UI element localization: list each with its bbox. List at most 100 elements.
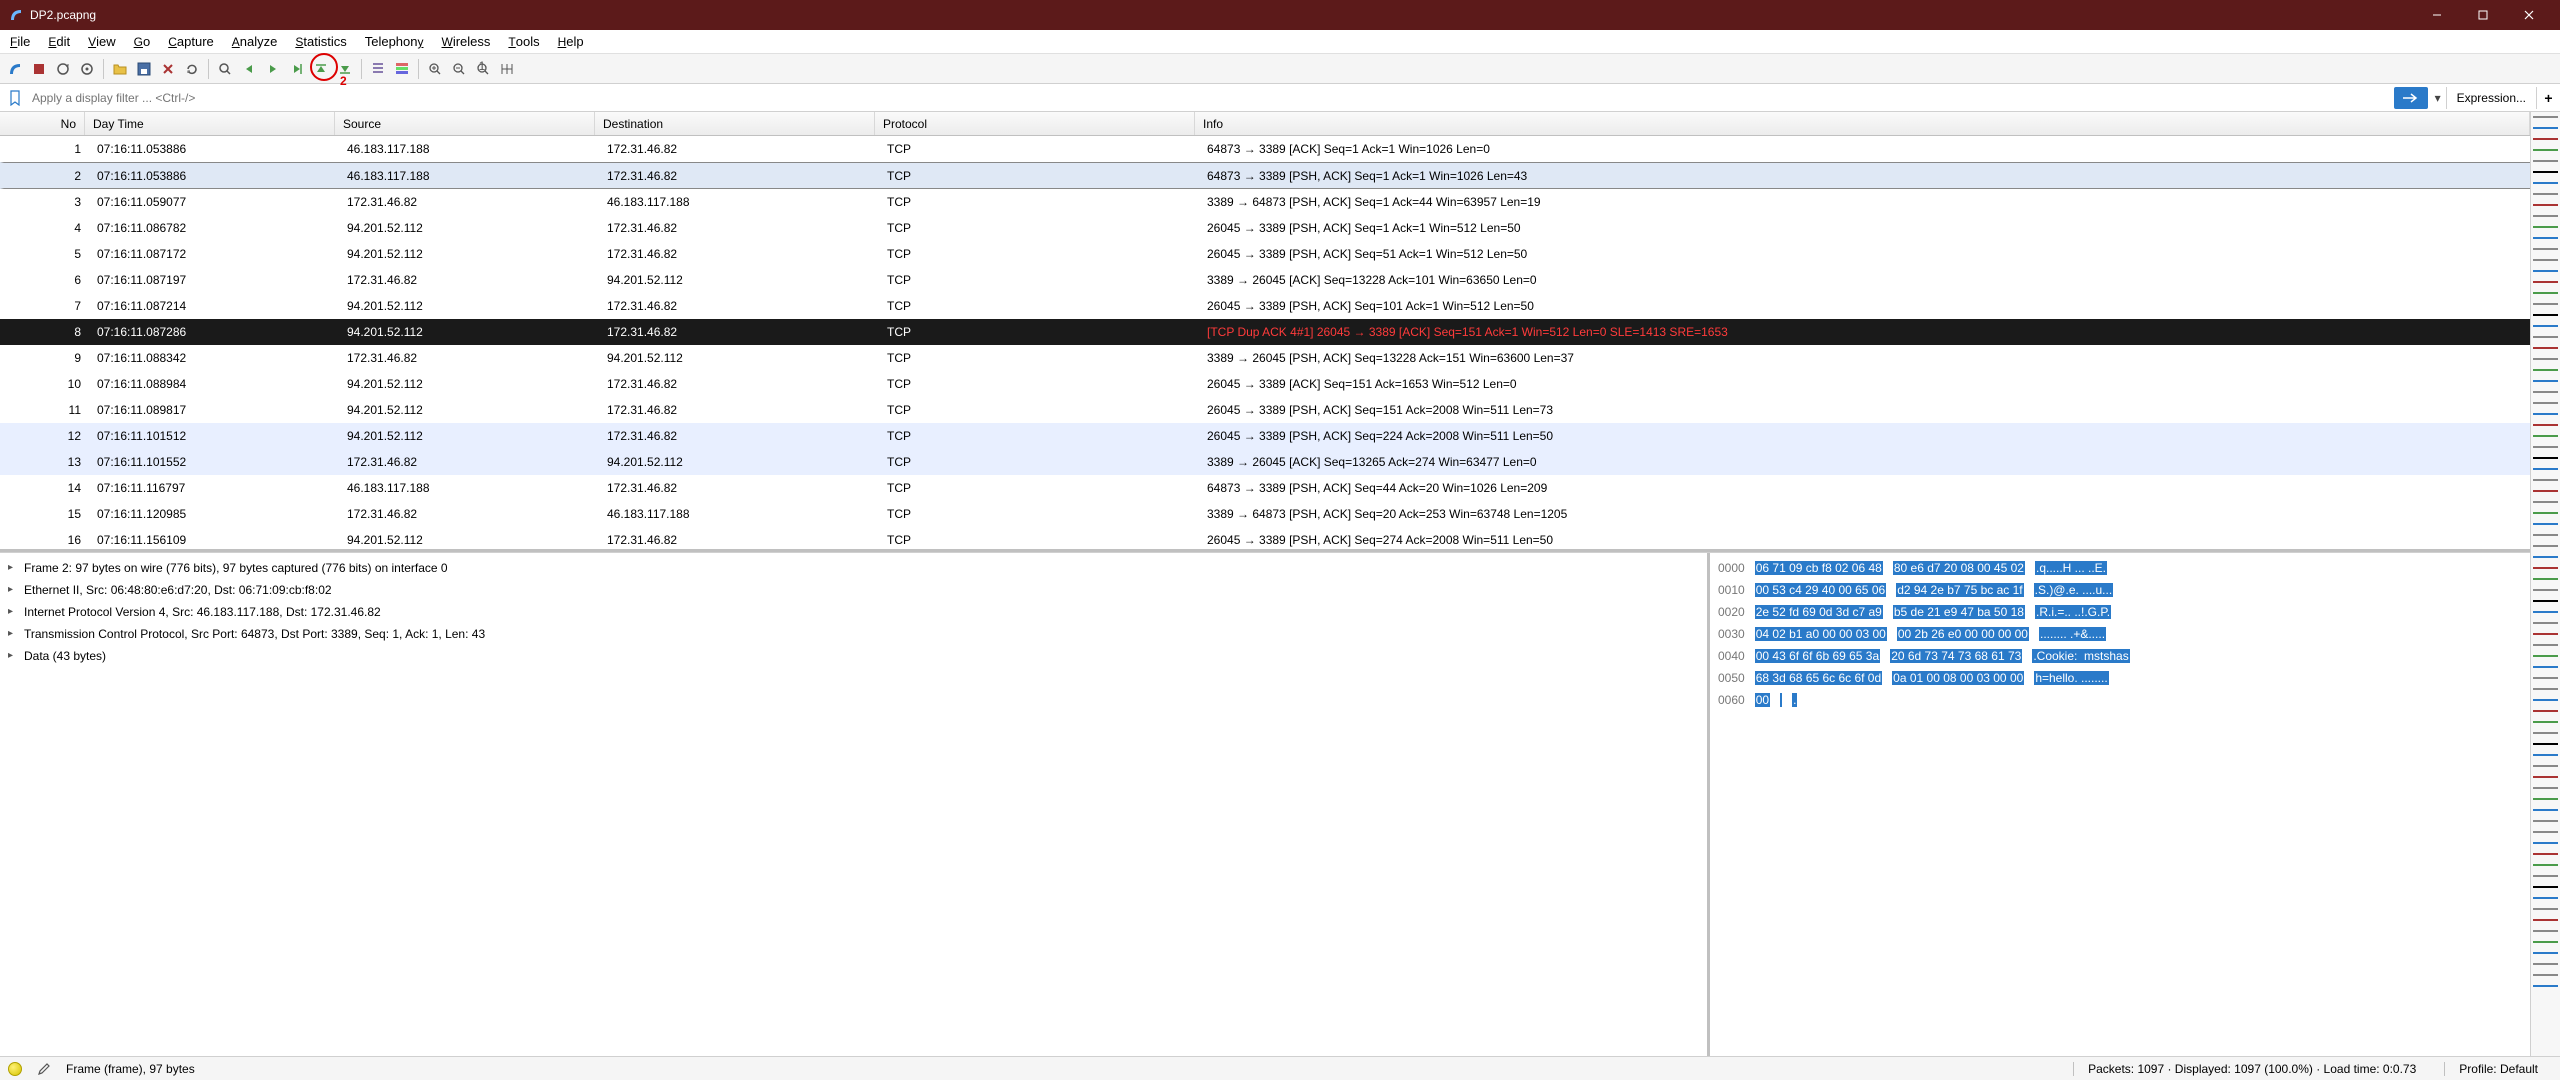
packet-list: No Day Time Source Destination Protocol … (0, 112, 2530, 552)
chevron-right-icon[interactable]: ▸ (8, 579, 18, 601)
table-row[interactable]: 207:16:11.05388646.183.117.188172.31.46.… (0, 162, 2530, 189)
close-file-icon[interactable] (157, 58, 179, 80)
save-file-icon[interactable] (133, 58, 155, 80)
table-row[interactable]: 607:16:11.087197172.31.46.8294.201.52.11… (0, 267, 2530, 293)
menubar: File Edit View Go Capture Analyze Statistics Te… (0, 30, 2560, 54)
edit-capture-icon[interactable] (36, 1061, 52, 1077)
maximize-button[interactable] (2460, 0, 2506, 30)
table-row[interactable]: 1207:16:11.10151294.201.52.112172.31.46.… (0, 423, 2530, 449)
filter-bar: ▾ Expression... + (0, 84, 2560, 112)
table-row[interactable]: 807:16:11.08728694.201.52.112172.31.46.8… (0, 319, 2530, 345)
table-row[interactable]: 507:16:11.08717294.201.52.112172.31.46.8… (0, 241, 2530, 267)
restart-capture-icon[interactable] (52, 58, 74, 80)
table-row[interactable]: 407:16:11.08678294.201.52.112172.31.46.8… (0, 215, 2530, 241)
hex-line[interactable]: 0020 2e 52 fd 69 0d 3d c7 a9 b5 de 21 e9… (1718, 601, 2522, 623)
column-destination[interactable]: Destination (595, 112, 875, 135)
hex-line[interactable]: 0050 68 3d 68 65 6c 6c 6f 0d 0a 01 00 08… (1718, 667, 2522, 689)
zoom-reset-icon[interactable]: 1 (472, 58, 494, 80)
hex-line[interactable]: 0030 04 02 b1 a0 00 00 03 00 00 2b 26 e0… (1718, 623, 2522, 645)
toolbar-separator (208, 59, 209, 79)
status-profile[interactable]: Profile: Default (2444, 1062, 2552, 1076)
table-row[interactable]: 1307:16:11.101552172.31.46.8294.201.52.1… (0, 449, 2530, 475)
apply-filter-button[interactable] (2394, 87, 2428, 109)
toolbar-separator (103, 59, 104, 79)
packet-bytes-hex[interactable]: 0000 06 71 09 cb f8 02 06 48 80 e6 d7 20… (1710, 553, 2530, 1056)
column-source[interactable]: Source (335, 112, 595, 135)
go-last-icon[interactable] (334, 58, 356, 80)
go-first-icon[interactable] (310, 58, 332, 80)
find-packet-icon[interactable] (214, 58, 236, 80)
tree-node[interactable]: ▸Internet Protocol Version 4, Src: 46.18… (8, 601, 1699, 623)
column-no[interactable]: No (0, 112, 85, 135)
table-row[interactable]: 1407:16:11.11679746.183.117.188172.31.46… (0, 475, 2530, 501)
menu-file[interactable]: File (10, 34, 30, 49)
toolbar-separator (418, 59, 419, 79)
column-time[interactable]: Day Time (85, 112, 335, 135)
table-row[interactable]: 907:16:11.088342172.31.46.8294.201.52.11… (0, 345, 2530, 371)
open-file-icon[interactable] (109, 58, 131, 80)
packet-list-header[interactable]: No Day Time Source Destination Protocol … (0, 112, 2530, 136)
zoom-out-icon[interactable] (448, 58, 470, 80)
chevron-right-icon[interactable]: ▸ (8, 601, 18, 623)
column-protocol[interactable]: Protocol (875, 112, 1195, 135)
table-row[interactable]: 1507:16:11.120985172.31.46.8246.183.117.… (0, 501, 2530, 527)
hex-line[interactable]: 0000 06 71 09 cb f8 02 06 48 80 e6 d7 20… (1718, 557, 2522, 579)
status-bar: Frame (frame), 97 bytes Packets: 1097 · … (0, 1056, 2560, 1080)
go-forward-icon[interactable] (262, 58, 284, 80)
menu-view[interactable]: View (88, 34, 116, 49)
table-row[interactable]: 107:16:11.05388646.183.117.188172.31.46.… (0, 136, 2530, 162)
table-row[interactable]: 707:16:11.08721494.201.52.112172.31.46.8… (0, 293, 2530, 319)
table-row[interactable]: 1107:16:11.08981794.201.52.112172.31.46.… (0, 397, 2530, 423)
stop-capture-icon[interactable] (28, 58, 50, 80)
table-row[interactable]: 1007:16:11.08898494.201.52.112172.31.46.… (0, 371, 2530, 397)
add-filter-button[interactable]: + (2536, 87, 2560, 109)
status-packet-count: Packets: 1097 · Displayed: 1097 (100.0%)… (2073, 1062, 2430, 1076)
hex-line[interactable]: 0060 00 . (1718, 689, 2522, 711)
app-icon (8, 7, 24, 23)
menu-edit[interactable]: Edit (48, 34, 70, 49)
toolbar-separator (361, 59, 362, 79)
window-title: DP2.pcapng (30, 8, 2414, 22)
filter-history-dropdown[interactable]: ▾ (2430, 87, 2446, 109)
hex-line[interactable]: 0010 00 53 c4 29 40 00 65 06 d2 94 2e b7… (1718, 579, 2522, 601)
menu-capture[interactable]: Capture (168, 34, 214, 49)
start-capture-icon[interactable] (4, 58, 26, 80)
tree-node[interactable]: ▸Frame 2: 97 bytes on wire (776 bits), 9… (8, 557, 1699, 579)
menu-statistics[interactable]: Statistics (295, 34, 346, 49)
display-filter-input[interactable] (26, 87, 2394, 109)
menu-help[interactable]: Help (558, 34, 584, 49)
colorize-icon[interactable] (391, 58, 413, 80)
minimize-button[interactable] (2414, 0, 2460, 30)
hex-line[interactable]: 0040 00 43 6f 6f 6b 69 65 3a 20 6d 73 74… (1718, 645, 2522, 667)
close-button[interactable] (2506, 0, 2552, 30)
menu-analyze[interactable]: Analyze (232, 34, 278, 49)
tree-node[interactable]: ▸Transmission Control Protocol, Src Port… (8, 623, 1699, 645)
chevron-right-icon[interactable]: ▸ (8, 645, 18, 667)
resize-columns-icon[interactable] (496, 58, 518, 80)
auto-scroll-icon[interactable] (367, 58, 389, 80)
table-row[interactable]: 307:16:11.059077172.31.46.8246.183.117.1… (0, 189, 2530, 215)
svg-text:1: 1 (479, 61, 486, 73)
menu-go[interactable]: Go (134, 34, 151, 49)
bookmark-icon[interactable] (4, 87, 26, 109)
table-row[interactable]: 1607:16:11.15610994.201.52.112172.31.46.… (0, 527, 2530, 549)
zoom-in-icon[interactable] (424, 58, 446, 80)
menu-telephony[interactable]: Telephony (365, 34, 424, 49)
go-to-packet-icon[interactable] (286, 58, 308, 80)
reload-icon[interactable] (181, 58, 203, 80)
status-field-info: Frame (frame), 97 bytes (66, 1062, 195, 1076)
titlebar: DP2.pcapng (0, 0, 2560, 30)
menu-tools[interactable]: Tools (508, 34, 539, 49)
go-back-icon[interactable] (238, 58, 260, 80)
chevron-right-icon[interactable]: ▸ (8, 623, 18, 645)
packet-minimap[interactable] (2530, 112, 2560, 1056)
tree-node[interactable]: ▸Data (43 bytes) (8, 645, 1699, 667)
packet-details-tree[interactable]: ▸Frame 2: 97 bytes on wire (776 bits), 9… (0, 553, 1710, 1056)
expert-info-icon[interactable] (8, 1062, 22, 1076)
chevron-right-icon[interactable]: ▸ (8, 557, 18, 579)
menu-wireless[interactable]: Wireless (442, 34, 491, 49)
column-info[interactable]: Info (1195, 112, 2530, 135)
expression-button[interactable]: Expression... (2446, 87, 2536, 109)
tree-node[interactable]: ▸Ethernet II, Src: 06:48:80:e6:d7:20, Ds… (8, 579, 1699, 601)
capture-options-icon[interactable] (76, 58, 98, 80)
